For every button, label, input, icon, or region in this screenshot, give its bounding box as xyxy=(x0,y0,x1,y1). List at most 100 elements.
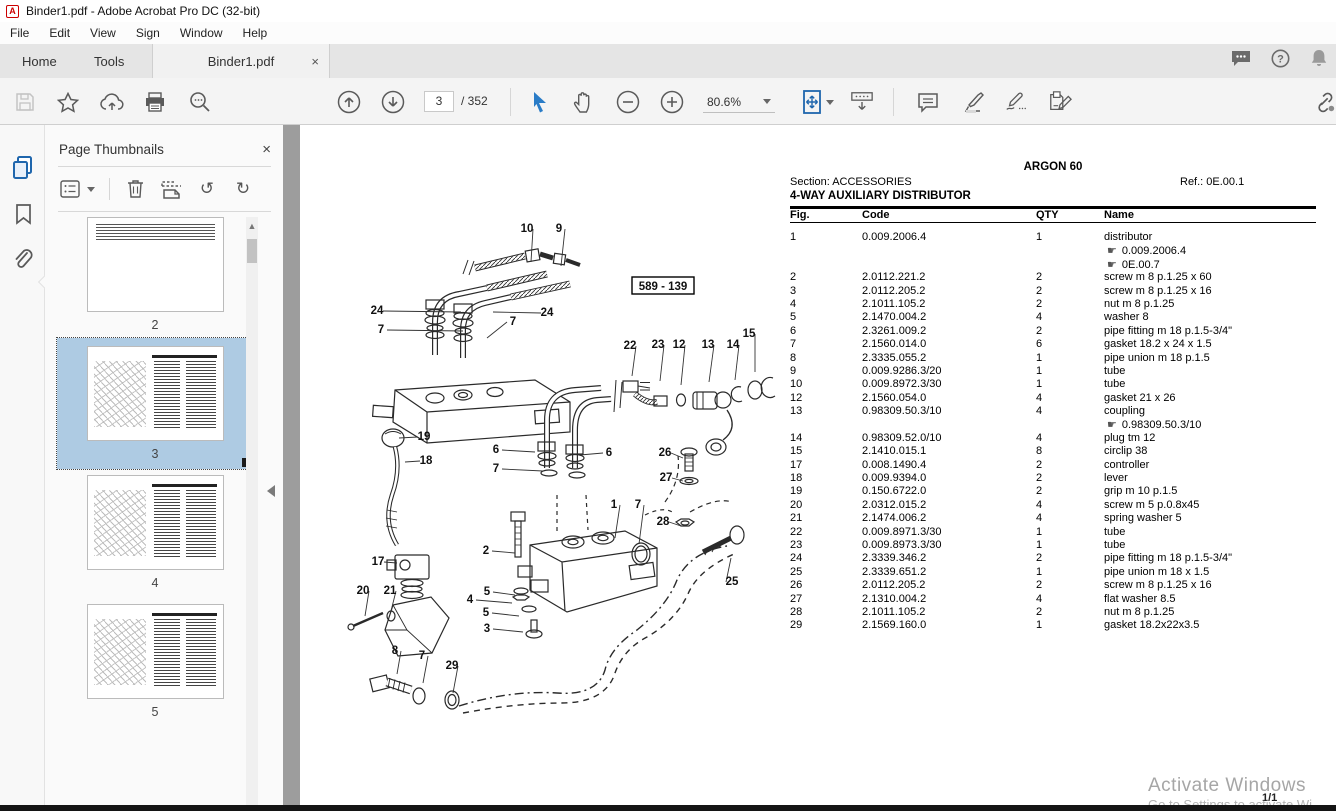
print-icon[interactable] xyxy=(143,90,167,114)
cell-code: 2.3335.055.2 xyxy=(862,351,927,364)
menu-item-window[interactable]: Window xyxy=(170,23,233,43)
figure-number-label: 589 - 139 xyxy=(639,281,688,293)
star-favorites-icon[interactable] xyxy=(56,90,80,114)
page-number-input[interactable]: 3 xyxy=(424,91,454,112)
help-icon[interactable]: ? xyxy=(1271,49,1290,68)
callout-number: 6 xyxy=(606,447,612,459)
next-page-icon[interactable] xyxy=(381,90,405,114)
select-tool-pointer-icon[interactable] xyxy=(528,90,552,114)
rotate-left-icon[interactable]: ↺ xyxy=(196,178,218,200)
thumbnail-page-number: 3 xyxy=(151,447,159,461)
menu-item-view[interactable]: View xyxy=(80,23,126,43)
cell-name: tube xyxy=(1104,538,1126,551)
fit-page-icon[interactable] xyxy=(800,90,824,114)
menu-item-help[interactable]: Help xyxy=(233,23,278,43)
feedback-bubble-icon[interactable] xyxy=(1231,50,1251,67)
panel-collapse-arrow-icon[interactable] xyxy=(267,485,275,497)
zoom-level-dropdown[interactable]: 80.6% xyxy=(703,91,775,113)
col-header-fig: Fig. xyxy=(790,209,810,221)
cell-qty: 6 xyxy=(1036,338,1043,351)
scrolling-mode-icon[interactable] xyxy=(850,90,874,114)
fit-page-dropdown-caret[interactable] xyxy=(826,100,834,105)
thumbnail-page-number: 4 xyxy=(151,576,159,590)
cell-qty: 4 xyxy=(1036,391,1043,404)
link-icon[interactable] xyxy=(1312,90,1336,114)
thumbnail-list: 2 3 4 5 xyxy=(56,217,254,733)
tab-tools[interactable]: Tools xyxy=(80,44,138,78)
table-row: 13 0.98309.50.3/10 4 coupling xyxy=(790,405,1316,418)
search-icon[interactable] xyxy=(188,90,212,114)
callout-number: 18 xyxy=(420,455,433,467)
cell-fig: 25 xyxy=(790,565,803,578)
callout-number: 6 xyxy=(493,444,499,456)
zoom-out-icon[interactable] xyxy=(616,90,640,114)
zoom-in-icon[interactable] xyxy=(660,90,684,114)
cell-name: pipe union m 18 x 1.5 xyxy=(1104,565,1210,578)
cell-reference: ☛ 0.98309.50.3/10 xyxy=(1107,418,1202,432)
callout-number: 28 xyxy=(657,516,670,528)
attachments-panel-icon[interactable] xyxy=(11,248,35,272)
delete-pages-icon[interactable] xyxy=(124,178,146,200)
cell-fig: 24 xyxy=(790,552,803,565)
cell-name: screw m 8 p.1.25 x 16 xyxy=(1104,579,1212,592)
menu-item-file[interactable]: File xyxy=(0,23,39,43)
table-row: 21 2.1474.006.2 4 spring washer 5 xyxy=(790,512,1316,525)
cell-qty: 2 xyxy=(1036,552,1043,565)
tab-document[interactable]: Binder1.pdf × xyxy=(152,44,330,78)
table-row: 17 0.008.1490.4 2 controller xyxy=(790,459,1316,472)
cell-qty: 4 xyxy=(1036,498,1043,511)
table-row: 23 0.009.8973.3/30 1 tube xyxy=(790,539,1316,552)
highlight-icon[interactable] xyxy=(961,90,985,114)
callout-leader-line xyxy=(491,550,516,554)
fill-sign-icon[interactable] xyxy=(1004,90,1028,114)
thumbnail-preview[interactable] xyxy=(86,217,224,312)
comment-icon[interactable] xyxy=(916,90,940,114)
hand-tool-icon[interactable] xyxy=(572,90,596,114)
bookmarks-panel-icon[interactable] xyxy=(11,202,35,226)
thumbnail-page-5[interactable]: 5 xyxy=(65,604,245,719)
callout-number: 8 xyxy=(392,645,399,657)
cell-code: 2.3261.009.2 xyxy=(862,324,927,337)
cell-qty: 8 xyxy=(1036,445,1043,458)
thumbnail-preview[interactable] xyxy=(86,604,224,699)
cell-name: controller xyxy=(1104,458,1150,471)
rotate-right-icon[interactable]: ↻ xyxy=(232,178,254,200)
save-icon[interactable] xyxy=(13,90,37,114)
cell-qty: 4 xyxy=(1036,405,1043,418)
thumbnail-preview[interactable] xyxy=(86,346,224,441)
menu-item-sign[interactable]: Sign xyxy=(126,23,170,43)
menu-item-edit[interactable]: Edit xyxy=(39,23,80,43)
share-cloud-icon[interactable] xyxy=(100,90,124,114)
tab-close-icon[interactable]: × xyxy=(311,54,319,69)
panel-close-icon[interactable]: × xyxy=(262,141,271,158)
page-thumbnails-panel-icon[interactable] xyxy=(11,155,35,179)
callout-number: 17 xyxy=(372,556,385,568)
cell-name: nut m 8 p.1.25 xyxy=(1104,605,1175,618)
notifications-bell-icon[interactable] xyxy=(1310,49,1328,68)
thumbnail-page-2[interactable]: 2 xyxy=(65,217,245,332)
extract-pages-icon[interactable] xyxy=(160,178,182,200)
previous-page-icon[interactable] xyxy=(337,90,361,114)
table-row: 1 0.009.2006.4 1 distributor xyxy=(790,231,1316,244)
cell-fig: 22 xyxy=(790,525,803,538)
stamps-icon[interactable] xyxy=(1048,90,1072,114)
cell-name: grip m 10 p.1.5 xyxy=(1104,485,1178,498)
scroll-up-arrow-icon[interactable]: ▲ xyxy=(247,221,257,231)
thumbnail-preview[interactable] xyxy=(86,475,224,570)
tab-document-label: Binder1.pdf xyxy=(207,53,275,69)
callout-leader-line xyxy=(475,599,513,604)
tab-home[interactable]: Home xyxy=(8,44,71,78)
cell-code: 0.009.9286.3/20 xyxy=(862,364,942,377)
panel-splitter[interactable] xyxy=(283,125,300,805)
callout-number: 7 xyxy=(378,324,384,336)
callout-number: 3 xyxy=(484,623,490,635)
table-row: 9 0.009.9286.3/20 1 tube xyxy=(790,365,1316,378)
cell-fig: 4 xyxy=(790,297,797,310)
panel-scrollbar-thumb[interactable] xyxy=(247,239,257,263)
thumbnail-page-3[interactable]: 3 xyxy=(56,337,254,470)
thumbnail-page-4[interactable]: 4 xyxy=(65,475,245,590)
tab-bar: Home Tools Binder1.pdf × ? xyxy=(0,44,1336,78)
thumbnail-options-icon[interactable] xyxy=(59,178,81,200)
panel-scrollbar[interactable]: ▲ xyxy=(246,217,258,805)
thumbnail-options-caret[interactable] xyxy=(87,186,95,192)
